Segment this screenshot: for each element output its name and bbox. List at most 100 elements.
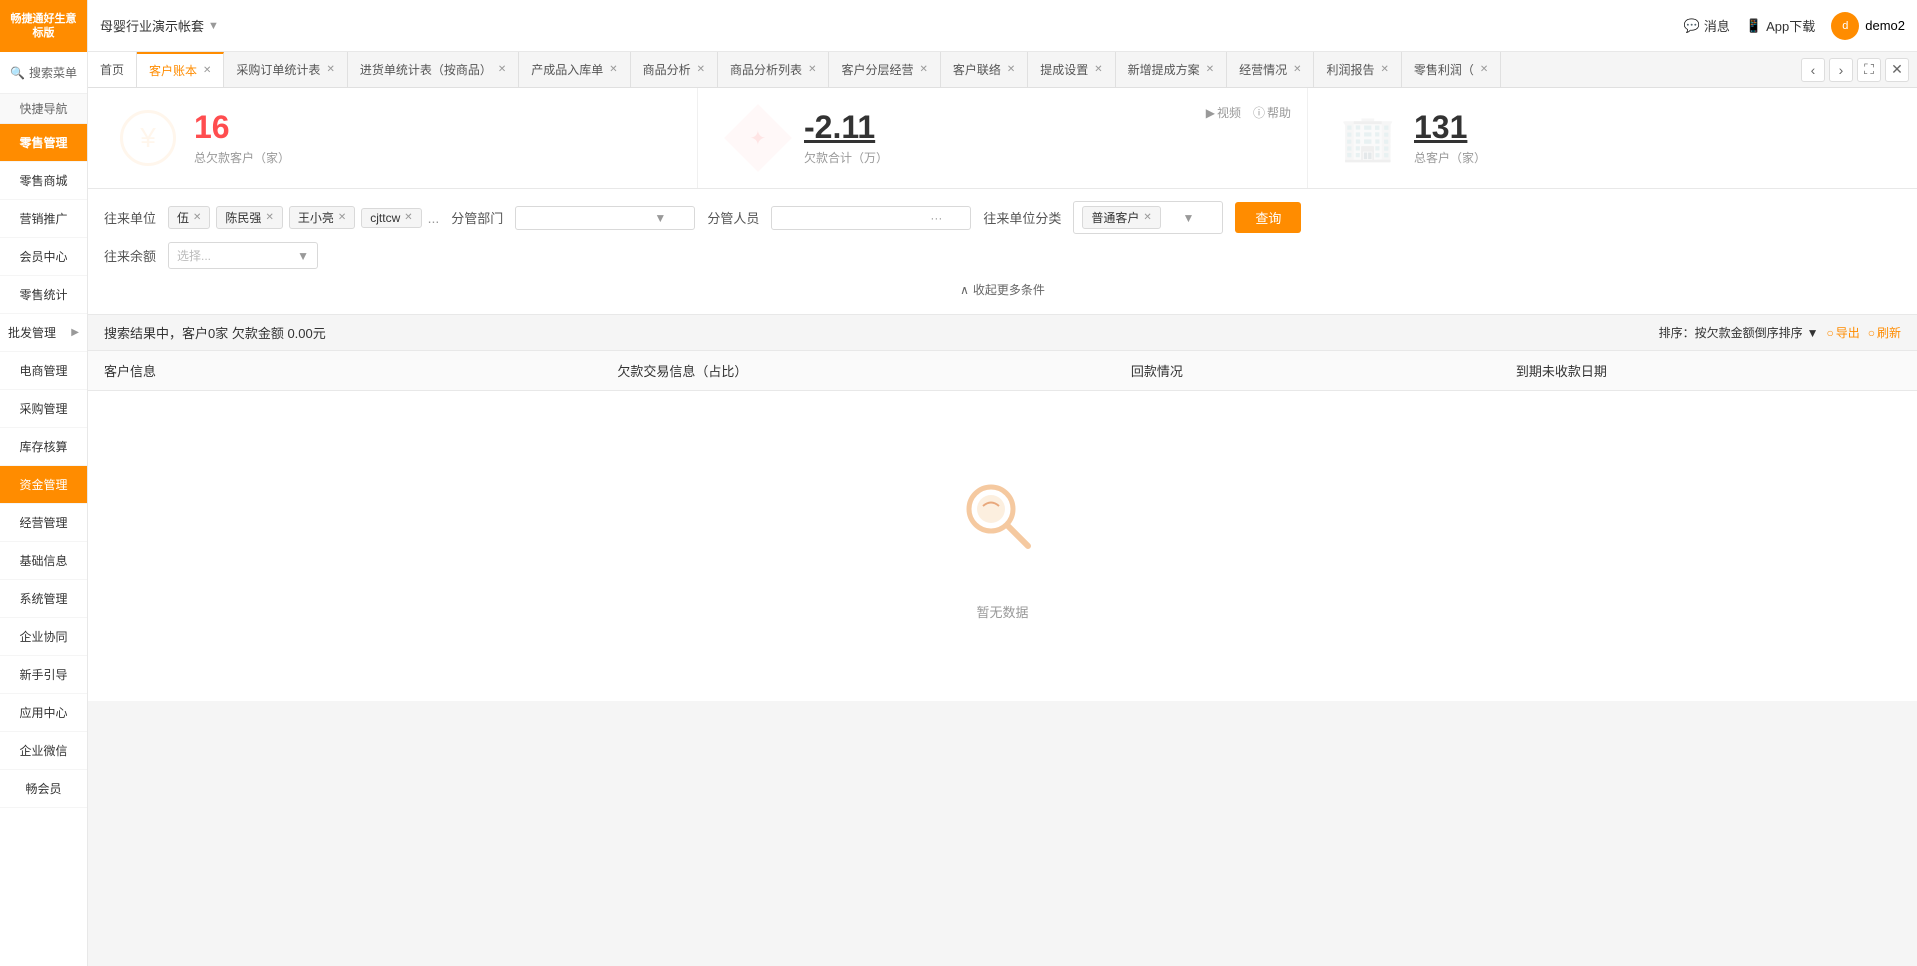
sidebar-item-system[interactable]: 系统管理 <box>0 580 87 618</box>
tab-close-icon[interactable]: ✕ <box>1381 64 1389 75</box>
tab-close-all-btn[interactable]: ✕ <box>1885 58 1909 82</box>
tab-close-icon[interactable]: ✕ <box>498 64 506 75</box>
sidebar-item-wholesale[interactable]: 批发管理▶ <box>0 314 87 352</box>
filter-area: 往来单位 伍✕陈民强✕王小亮✕cjttcw✕... 分管部门 ▼ 分管人员 ··… <box>88 189 1917 315</box>
stat-values-3: 131 总客户（家） <box>1414 111 1486 166</box>
chevron-right-icon: ▶ <box>71 327 79 338</box>
chevron-down-icon: ▼ <box>1807 326 1819 340</box>
tab-close-icon[interactable]: ✕ <box>1206 64 1214 75</box>
sidebar-item-corp-collab[interactable]: 企业协同 <box>0 618 87 656</box>
user-menu-btn[interactable]: d demo2 <box>1831 12 1905 40</box>
tab-close-icon[interactable]: ✕ <box>203 65 211 76</box>
more-tags-btn[interactable]: ... <box>428 210 440 226</box>
text-help-btn[interactable]: ⓘ 帮助 <box>1253 104 1291 121</box>
tab-customer-contact[interactable]: 客户联络✕ <box>941 52 1028 88</box>
tab-goods-analysis[interactable]: 商品分析✕ <box>631 52 718 88</box>
sidebar-item-operation[interactable]: 经营管理 <box>0 504 87 542</box>
tab-close-icon[interactable]: ✕ <box>919 64 927 75</box>
tag-close-icon[interactable]: ✕ <box>193 212 201 223</box>
tab-close-icon[interactable]: ✕ <box>1480 64 1488 75</box>
sidebar-item-inventory[interactable]: 库存核算 <box>0 428 87 466</box>
tab-close-icon[interactable]: ✕ <box>326 64 334 75</box>
table-header: 客户信息欠款交易信息（占比）回款情况到期未收款日期 <box>88 351 1917 391</box>
query-btn[interactable]: 查询 <box>1235 202 1301 233</box>
sidebar-item-marketing[interactable]: 营销推广 <box>0 200 87 238</box>
tag-close-icon[interactable]: ✕ <box>338 212 346 223</box>
sort-select[interactable]: 排序：按欠款金额倒序排序 ▼ <box>1659 324 1819 341</box>
person-select[interactable]: ··· <box>771 206 971 230</box>
stat-help: ▶ 视频 ⓘ 帮助 <box>1206 104 1291 121</box>
tab-goods-analysis-list[interactable]: 商品分析列表✕ <box>718 52 829 88</box>
balance-select[interactable]: 选择... ▼ <box>168 242 318 269</box>
sidebar-item-finance[interactable]: 资金管理 <box>0 466 87 504</box>
tab-customer-segment[interactable]: 客户分层经营✕ <box>829 52 940 88</box>
collapse-btn[interactable]: ∧ 收起更多条件 <box>948 277 1057 302</box>
unit-tag[interactable]: 伍✕ <box>168 206 210 229</box>
results-summary: 搜索结果中，客户0家 欠款金额 0.00元 <box>104 323 326 342</box>
main-area: 母婴行业演示帐套 ▼ 💬 消息 📱 App下载 d demo2 首页客户账本✕采… <box>88 0 1917 966</box>
tab-close-icon[interactable]: ✕ <box>1094 64 1102 75</box>
search-menu-btn[interactable]: 🔍 搜索菜单 <box>6 60 81 85</box>
tab-customer-book[interactable]: 客户账本✕ <box>137 52 224 88</box>
sidebar-item-purchase[interactable]: 采购管理 <box>0 390 87 428</box>
stat-values-2: -2.11 欠款合计（万） <box>804 111 888 166</box>
tab-purchase-order[interactable]: 采购订单统计表✕ <box>224 52 347 88</box>
account-selector[interactable]: 母婴行业演示帐套 ▼ <box>100 16 219 35</box>
tab-close-icon[interactable]: ✕ <box>1293 64 1301 75</box>
unit-tag[interactable]: 王小亮✕ <box>289 206 355 229</box>
stat-number-1: 16 <box>194 111 290 143</box>
tabbar: 首页客户账本✕采购订单统计表✕进货单统计表（按商品）✕产成品入库单✕商品分析✕商… <box>88 52 1917 88</box>
tab-profit-report[interactable]: 利润报告✕ <box>1314 52 1401 88</box>
tab-next-btn[interactable]: › <box>1829 58 1853 82</box>
more-dots-icon: ··· <box>930 211 942 225</box>
tab-prev-btn[interactable]: ‹ <box>1801 58 1825 82</box>
refresh-btn[interactable]: ○ 刷新 <box>1868 324 1901 341</box>
sidebar-item-app-center[interactable]: 应用中心 <box>0 694 87 732</box>
export-btn[interactable]: ○ 导出 <box>1826 324 1859 341</box>
video-help-btn[interactable]: ▶ 视频 <box>1206 104 1241 121</box>
sidebar-item-retail-stats[interactable]: 零售统计 <box>0 276 87 314</box>
results-actions: 排序：按欠款金额倒序排序 ▼ ○ 导出 ○ 刷新 <box>1659 324 1901 341</box>
sidebar-item-retail-management[interactable]: 零售管理 <box>0 124 87 162</box>
tab-incoming-stats[interactable]: 进货单统计表（按商品）✕ <box>348 52 519 88</box>
video-icon: ▶ <box>1206 106 1215 120</box>
unit-category-select[interactable]: 普通客户✕ ▼ <box>1073 201 1223 234</box>
tab-close-icon[interactable]: ✕ <box>697 64 705 75</box>
tab-retail-profit[interactable]: 零售利润（✕ <box>1402 52 1501 88</box>
tab-home[interactable]: 首页 <box>88 52 137 88</box>
quick-nav-btn[interactable]: 快捷导航 <box>0 94 87 124</box>
unit-tag[interactable]: cjttcw✕ <box>361 208 421 228</box>
sidebar-item-vip-member[interactable]: 畅会员 <box>0 770 87 808</box>
tab-close-icon[interactable]: ✕ <box>609 64 617 75</box>
message-btn[interactable]: 💬 消息 <box>1684 16 1730 35</box>
app-download-btn[interactable]: 📱 App下载 <box>1746 16 1815 35</box>
sidebar-search[interactable]: 🔍 搜索菜单 <box>0 52 87 94</box>
tag-close-icon[interactable]: ✕ <box>1143 212 1151 223</box>
unit-category-tag[interactable]: 普通客户✕ <box>1082 206 1160 229</box>
logo-text: 畅捷通好生意 标版 <box>11 12 77 41</box>
tab-close-icon[interactable]: ✕ <box>808 64 816 75</box>
topbar-left: 母婴行业演示帐套 ▼ <box>100 16 219 35</box>
tab-increase-settings[interactable]: 提成设置✕ <box>1028 52 1115 88</box>
sidebar-item-new-guide[interactable]: 新手引导 <box>0 656 87 694</box>
tag-close-icon[interactable]: ✕ <box>404 212 412 223</box>
sidebar-item-retail-mall[interactable]: 零售商城 <box>0 162 87 200</box>
tab-expand-btn[interactable]: ⛶ <box>1857 58 1881 82</box>
message-icon: 💬 <box>1684 18 1700 34</box>
page-content: ¥ 16 总欠款客户（家） ✦ -2.11 欠款合计（万） <box>88 88 1917 966</box>
sidebar-item-basic-info[interactable]: 基础信息 <box>0 542 87 580</box>
tag-close-icon[interactable]: ✕ <box>265 212 273 223</box>
sidebar-item-ecommerce[interactable]: 电商管理 <box>0 352 87 390</box>
tab-close-icon[interactable]: ✕ <box>1007 64 1015 75</box>
sidebar-item-member-center[interactable]: 会员中心 <box>0 238 87 276</box>
stat-label-3: 总客户（家） <box>1414 149 1486 166</box>
table-header-cell: 到期未收款日期 <box>1516 361 1901 380</box>
dept-select[interactable]: ▼ <box>515 206 695 230</box>
tab-cost-storage[interactable]: 产成品入库单✕ <box>519 52 630 88</box>
tab-operation-status[interactable]: 经营情况✕ <box>1227 52 1314 88</box>
sidebar-item-corp-wechat[interactable]: 企业微信 <box>0 732 87 770</box>
tab-new-plan[interactable]: 新增提成方案✕ <box>1116 52 1227 88</box>
stats-row: ¥ 16 总欠款客户（家） ✦ -2.11 欠款合计（万） <box>88 88 1917 189</box>
unit-tag[interactable]: 陈民强✕ <box>216 206 282 229</box>
unit-filter-label: 往来单位 <box>104 208 156 227</box>
